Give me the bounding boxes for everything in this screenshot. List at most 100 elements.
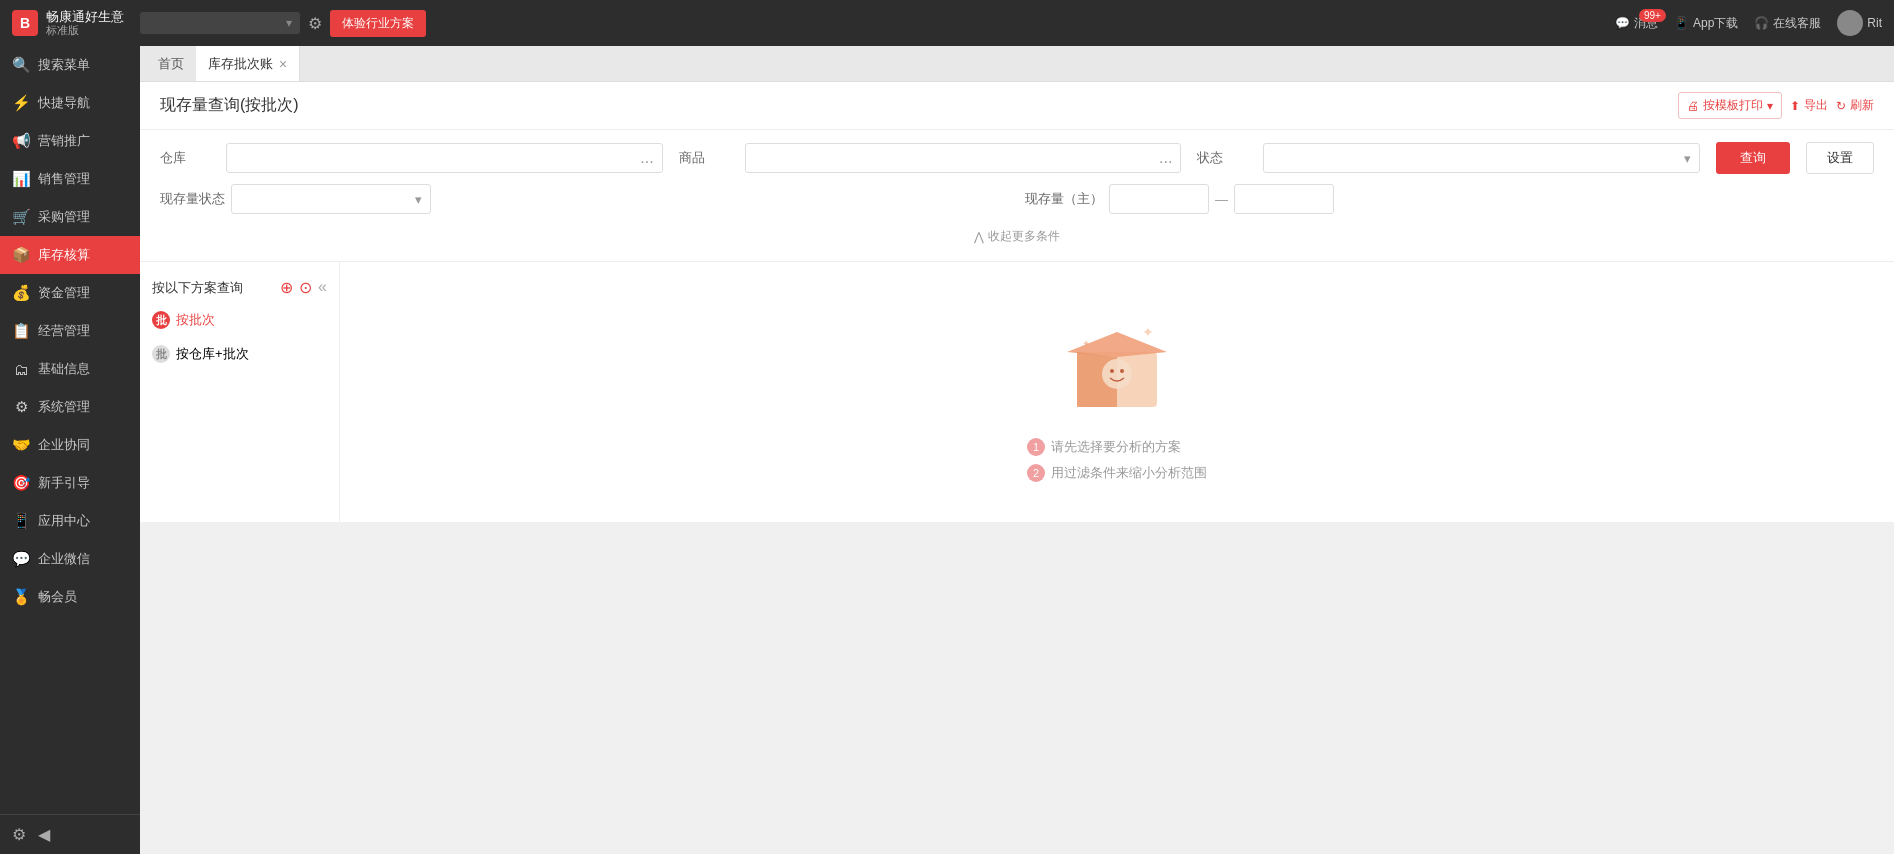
filter-row-1: 仓库 ... 商品 ... 状态 [160, 142, 1874, 174]
mobile-icon: 📱 [12, 512, 30, 530]
refresh-button[interactable]: ↻ 刷新 [1836, 97, 1874, 114]
sidebar-item-label: 资金管理 [38, 284, 90, 302]
empty-state: ✦ ✦ 1 请先选择要 [340, 262, 1894, 522]
messages-badge: 99+ [1639, 9, 1666, 22]
collapse-sidebar-icon[interactable]: ◀ [38, 825, 50, 844]
print-button[interactable]: 🖨 按模板打印 ▾ [1678, 92, 1782, 119]
plan-label: 按仓库+批次 [176, 345, 249, 363]
tab-inventory-batch[interactable]: 库存批次账 × [196, 46, 300, 81]
goods-label: 商品 [679, 149, 739, 167]
settings-bottom-icon[interactable]: ⚙ [12, 825, 26, 844]
sidebar-item-label: 应用中心 [38, 512, 90, 530]
warehouse-filter: 仓库 ... [160, 143, 663, 173]
collapse-left-icon[interactable]: « [318, 278, 327, 297]
export-label: 导出 [1804, 97, 1828, 114]
goods-input[interactable]: ... [745, 143, 1182, 173]
sidebar-item-search[interactable]: 🔍 搜索菜单 [0, 46, 140, 84]
status-select[interactable]: ▾ [1263, 143, 1700, 173]
svg-point-6 [1110, 369, 1114, 373]
inventory-qty-filter: 现存量（主） — [1025, 184, 1874, 214]
settings-plan-icon[interactable]: ⊙ [299, 278, 312, 297]
sidebar-item-basics[interactable]: 🗂 基础信息 [0, 350, 140, 388]
sidebar-item-system[interactable]: ⚙ 系统管理 [0, 388, 140, 426]
settings-icon[interactable]: ⚙ [308, 14, 322, 33]
chevron-down-icon: ▾ [1767, 99, 1773, 113]
right-panel: ✦ ✦ 1 请先选择要 [340, 262, 1894, 522]
warehouse-input[interactable]: ... [226, 143, 663, 173]
sidebar-item-label: 企业微信 [38, 550, 90, 568]
box-icon: 📦 [12, 246, 30, 264]
add-plan-icon[interactable]: ⊕ [280, 278, 293, 297]
message-icon: 💬 [1615, 16, 1630, 30]
phone-icon: 📱 [1674, 16, 1689, 30]
handshake-icon: 🤝 [12, 436, 30, 454]
topbar-left: B 畅康通好生意 标准版 ▾ ⚙ 体验行业方案 [12, 9, 426, 38]
sidebar-item-quick-nav[interactable]: ⚡ 快捷导航 [0, 84, 140, 122]
collapse-label: 收起更多条件 [988, 228, 1060, 245]
sidebar-item-sales[interactable]: 📊 销售管理 [0, 160, 140, 198]
empty-hint-1: 1 请先选择要分析的方案 [1027, 438, 1207, 456]
settings-button[interactable]: 设置 [1806, 142, 1874, 174]
app-download-button[interactable]: 📱 App下载 [1674, 15, 1738, 32]
plan-icon-active: 批 [152, 311, 170, 329]
sidebar-item-inventory[interactable]: 📦 库存核算 [0, 236, 140, 274]
sidebar-item-label: 基础信息 [38, 360, 90, 378]
user-profile-button[interactable]: Rit [1837, 10, 1882, 36]
filter-row-2: 现存量状态 ▾ 现存量（主） — [160, 184, 1874, 214]
sidebar-item-label: 新手引导 [38, 474, 90, 492]
tab-home[interactable]: 首页 [146, 46, 196, 81]
sidebar-item-label: 营销推广 [38, 132, 90, 150]
hint-number-2: 2 [1027, 464, 1045, 482]
topbar-right: 💬 消息 99+ 📱 App下载 🎧 在线客服 Rit [1615, 10, 1882, 36]
sidebar-item-enterprise[interactable]: 🤝 企业协同 [0, 426, 140, 464]
plan-item-by-warehouse-batch[interactable]: 批 按仓库+批次 [140, 337, 339, 371]
collapse-bar[interactable]: ⋀ 收起更多条件 [160, 224, 1874, 249]
export-icon: ⬆ [1790, 99, 1800, 113]
avatar [1837, 10, 1863, 36]
experience-button[interactable]: 体验行业方案 [330, 10, 426, 37]
sidebar-item-business[interactable]: 📋 经营管理 [0, 312, 140, 350]
left-panel: 按以下方案查询 ⊕ ⊙ « 批 按批次 批 按仓库+批次 [140, 262, 340, 522]
goods-dots: ... [1159, 149, 1172, 167]
filter-panel: 仓库 ... 商品 ... 状态 [140, 130, 1894, 262]
plan-icon-inactive: 批 [152, 345, 170, 363]
svg-text:✦: ✦ [1142, 324, 1154, 340]
headset-icon: 🎧 [1754, 16, 1769, 30]
search-icon: 🔍 [12, 56, 30, 74]
sidebar-item-label: 畅会员 [38, 588, 77, 606]
online-service-button[interactable]: 🎧 在线客服 [1754, 15, 1821, 32]
refresh-label: 刷新 [1850, 97, 1874, 114]
gear-icon: ⚙ [12, 398, 30, 416]
sidebar-item-wechat[interactable]: 💬 企业微信 [0, 540, 140, 578]
sidebar-item-marketing[interactable]: 📢 营销推广 [0, 122, 140, 160]
sidebar-item-label: 搜索菜单 [38, 56, 90, 74]
sidebar-item-newcomer[interactable]: 🎯 新手引导 [0, 464, 140, 502]
svg-point-5 [1102, 359, 1132, 389]
plan-item-by-batch[interactable]: 批 按批次 [140, 303, 339, 337]
tabbar: 首页 库存批次账 × [140, 46, 1894, 82]
qty-separator: — [1215, 192, 1228, 207]
folder-icon: 🗂 [12, 360, 30, 378]
status-filter: 状态 ▾ [1197, 143, 1700, 173]
online-service-label: 在线客服 [1773, 15, 1821, 32]
export-button[interactable]: ⬆ 导出 [1790, 97, 1828, 114]
query-button[interactable]: 查询 [1716, 142, 1790, 174]
tab-close-icon[interactable]: × [279, 56, 287, 72]
app-title: 畅康通好生意 [46, 9, 124, 25]
sidebar-item-finance[interactable]: 💰 资金管理 [0, 274, 140, 312]
search-box[interactable]: ▾ [140, 12, 300, 34]
inventory-status-select[interactable]: ▾ [231, 184, 431, 214]
chat-icon: 💬 [12, 550, 30, 568]
messages-button[interactable]: 💬 消息 99+ [1615, 15, 1658, 32]
left-panel-header: 按以下方案查询 ⊕ ⊙ « [140, 272, 339, 303]
topbar: B 畅康通好生意 标准版 ▾ ⚙ 体验行业方案 💬 消息 99+ 📱 App下载… [0, 0, 1894, 46]
qty-max-input[interactable] [1234, 184, 1334, 214]
sidebar-item-vip[interactable]: 🏅 畅会员 [0, 578, 140, 616]
svg-point-7 [1120, 369, 1124, 373]
sidebar-item-purchase[interactable]: 🛒 采购管理 [0, 198, 140, 236]
collapse-up-icon: ⋀ [974, 230, 984, 244]
sidebar-item-apps[interactable]: 📱 应用中心 [0, 502, 140, 540]
empty-illustration: ✦ ✦ [1057, 302, 1177, 422]
hint-number-1: 1 [1027, 438, 1045, 456]
qty-min-input[interactable] [1109, 184, 1209, 214]
